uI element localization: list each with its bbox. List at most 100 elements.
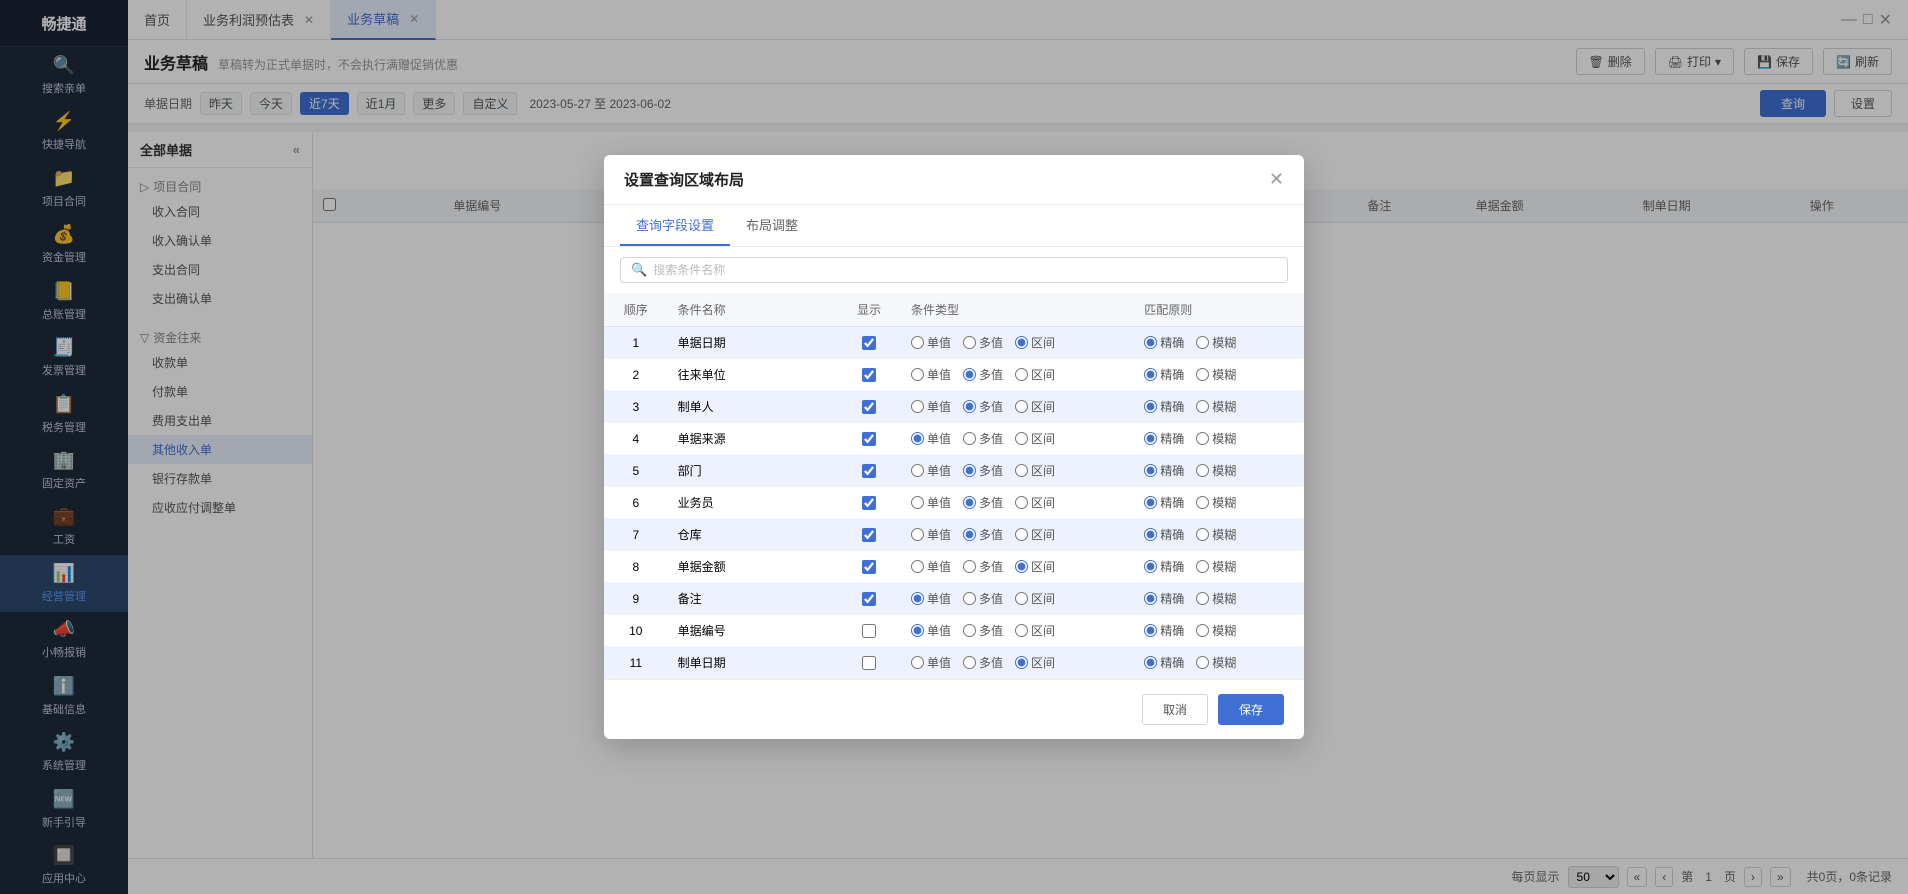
type-option-多值[interactable]: 多值: [963, 526, 1003, 543]
match-option-精确[interactable]: 精确: [1144, 430, 1184, 447]
row-display[interactable]: [837, 615, 901, 647]
match-option-模糊[interactable]: 模糊: [1196, 654, 1236, 671]
row-match[interactable]: 精确模糊: [1134, 519, 1304, 551]
row-type[interactable]: 单值多值区间: [901, 487, 1134, 519]
row-display[interactable]: [837, 551, 901, 583]
type-option-单值[interactable]: 单值: [911, 462, 951, 479]
match-option-模糊[interactable]: 模糊: [1196, 462, 1236, 479]
type-option-单值[interactable]: 单值: [911, 430, 951, 447]
row-display[interactable]: [837, 487, 901, 519]
type-option-单值[interactable]: 单值: [911, 334, 951, 351]
row-match[interactable]: 精确模糊: [1134, 583, 1304, 615]
row-type[interactable]: 单值多值区间: [901, 455, 1134, 487]
display-checkbox[interactable]: [862, 592, 876, 606]
row-match[interactable]: 精确模糊: [1134, 615, 1304, 647]
type-option-区间[interactable]: 区间: [1015, 622, 1055, 639]
type-option-区间[interactable]: 区间: [1015, 366, 1055, 383]
row-type[interactable]: 单值多值区间: [901, 647, 1134, 679]
match-option-精确[interactable]: 精确: [1144, 462, 1184, 479]
type-option-多值[interactable]: 多值: [963, 398, 1003, 415]
type-option-区间[interactable]: 区间: [1015, 494, 1055, 511]
row-display[interactable]: [837, 327, 901, 359]
row-match[interactable]: 精确模糊: [1134, 551, 1304, 583]
row-display[interactable]: [837, 423, 901, 455]
row-match[interactable]: 精确模糊: [1134, 423, 1304, 455]
modal-save-button[interactable]: 保存: [1218, 694, 1284, 725]
row-display[interactable]: [837, 359, 901, 391]
cancel-button[interactable]: 取消: [1142, 694, 1208, 725]
display-checkbox[interactable]: [862, 464, 876, 478]
match-option-精确[interactable]: 精确: [1144, 654, 1184, 671]
match-option-精确[interactable]: 精确: [1144, 334, 1184, 351]
type-option-多值[interactable]: 多值: [963, 558, 1003, 575]
match-option-模糊[interactable]: 模糊: [1196, 590, 1236, 607]
match-option-模糊[interactable]: 模糊: [1196, 526, 1236, 543]
type-option-单值[interactable]: 单值: [911, 494, 951, 511]
type-option-单值[interactable]: 单值: [911, 366, 951, 383]
type-option-区间[interactable]: 区间: [1015, 526, 1055, 543]
row-type[interactable]: 单值多值区间: [901, 583, 1134, 615]
match-option-精确[interactable]: 精确: [1144, 526, 1184, 543]
type-option-多值[interactable]: 多值: [963, 430, 1003, 447]
type-option-单值[interactable]: 单值: [911, 622, 951, 639]
modal-overlay[interactable]: 设置查询区域布局 ✕ 查询字段设置 布局调整 🔍: [0, 0, 1908, 894]
row-display[interactable]: [837, 647, 901, 679]
match-option-精确[interactable]: 精确: [1144, 494, 1184, 511]
row-display[interactable]: [837, 391, 901, 423]
match-option-模糊[interactable]: 模糊: [1196, 622, 1236, 639]
type-option-多值[interactable]: 多值: [963, 334, 1003, 351]
display-checkbox[interactable]: [862, 624, 876, 638]
type-option-单值[interactable]: 单值: [911, 558, 951, 575]
display-checkbox[interactable]: [862, 528, 876, 542]
type-option-多值[interactable]: 多值: [963, 462, 1003, 479]
row-match[interactable]: 精确模糊: [1134, 647, 1304, 679]
row-type[interactable]: 单值多值区间: [901, 519, 1134, 551]
match-option-模糊[interactable]: 模糊: [1196, 366, 1236, 383]
display-checkbox[interactable]: [862, 336, 876, 350]
match-option-模糊[interactable]: 模糊: [1196, 334, 1236, 351]
modal-close-button[interactable]: ✕: [1269, 169, 1284, 190]
type-option-多值[interactable]: 多值: [963, 654, 1003, 671]
display-checkbox[interactable]: [862, 656, 876, 670]
row-type[interactable]: 单值多值区间: [901, 391, 1134, 423]
row-match[interactable]: 精确模糊: [1134, 487, 1304, 519]
type-option-单值[interactable]: 单值: [911, 654, 951, 671]
row-type[interactable]: 单值多值区间: [901, 359, 1134, 391]
match-option-模糊[interactable]: 模糊: [1196, 430, 1236, 447]
row-match[interactable]: 精确模糊: [1134, 455, 1304, 487]
type-option-区间[interactable]: 区间: [1015, 334, 1055, 351]
type-option-区间[interactable]: 区间: [1015, 398, 1055, 415]
display-checkbox[interactable]: [862, 560, 876, 574]
type-option-多值[interactable]: 多值: [963, 622, 1003, 639]
display-checkbox[interactable]: [862, 432, 876, 446]
modal-tab-layout[interactable]: 布局调整: [730, 205, 814, 246]
type-option-区间[interactable]: 区间: [1015, 430, 1055, 447]
row-display[interactable]: [837, 583, 901, 615]
match-option-模糊[interactable]: 模糊: [1196, 558, 1236, 575]
row-type[interactable]: 单值多值区间: [901, 327, 1134, 359]
type-option-多值[interactable]: 多值: [963, 366, 1003, 383]
type-option-区间[interactable]: 区间: [1015, 462, 1055, 479]
match-option-精确[interactable]: 精确: [1144, 622, 1184, 639]
match-option-模糊[interactable]: 模糊: [1196, 494, 1236, 511]
match-option-精确[interactable]: 精确: [1144, 558, 1184, 575]
modal-tab-fields[interactable]: 查询字段设置: [620, 205, 730, 246]
type-option-区间[interactable]: 区间: [1015, 590, 1055, 607]
type-option-区间[interactable]: 区间: [1015, 654, 1055, 671]
display-checkbox[interactable]: [862, 368, 876, 382]
row-type[interactable]: 单值多值区间: [901, 423, 1134, 455]
match-option-精确[interactable]: 精确: [1144, 590, 1184, 607]
row-type[interactable]: 单值多值区间: [901, 551, 1134, 583]
row-type[interactable]: 单值多值区间: [901, 615, 1134, 647]
modal-search-input[interactable]: [653, 263, 1277, 277]
match-option-精确[interactable]: 精确: [1144, 398, 1184, 415]
type-option-单值[interactable]: 单值: [911, 526, 951, 543]
match-option-模糊[interactable]: 模糊: [1196, 398, 1236, 415]
display-checkbox[interactable]: [862, 496, 876, 510]
type-option-单值[interactable]: 单值: [911, 590, 951, 607]
type-option-区间[interactable]: 区间: [1015, 558, 1055, 575]
display-checkbox[interactable]: [862, 400, 876, 414]
type-option-多值[interactable]: 多值: [963, 494, 1003, 511]
row-display[interactable]: [837, 455, 901, 487]
row-match[interactable]: 精确模糊: [1134, 327, 1304, 359]
